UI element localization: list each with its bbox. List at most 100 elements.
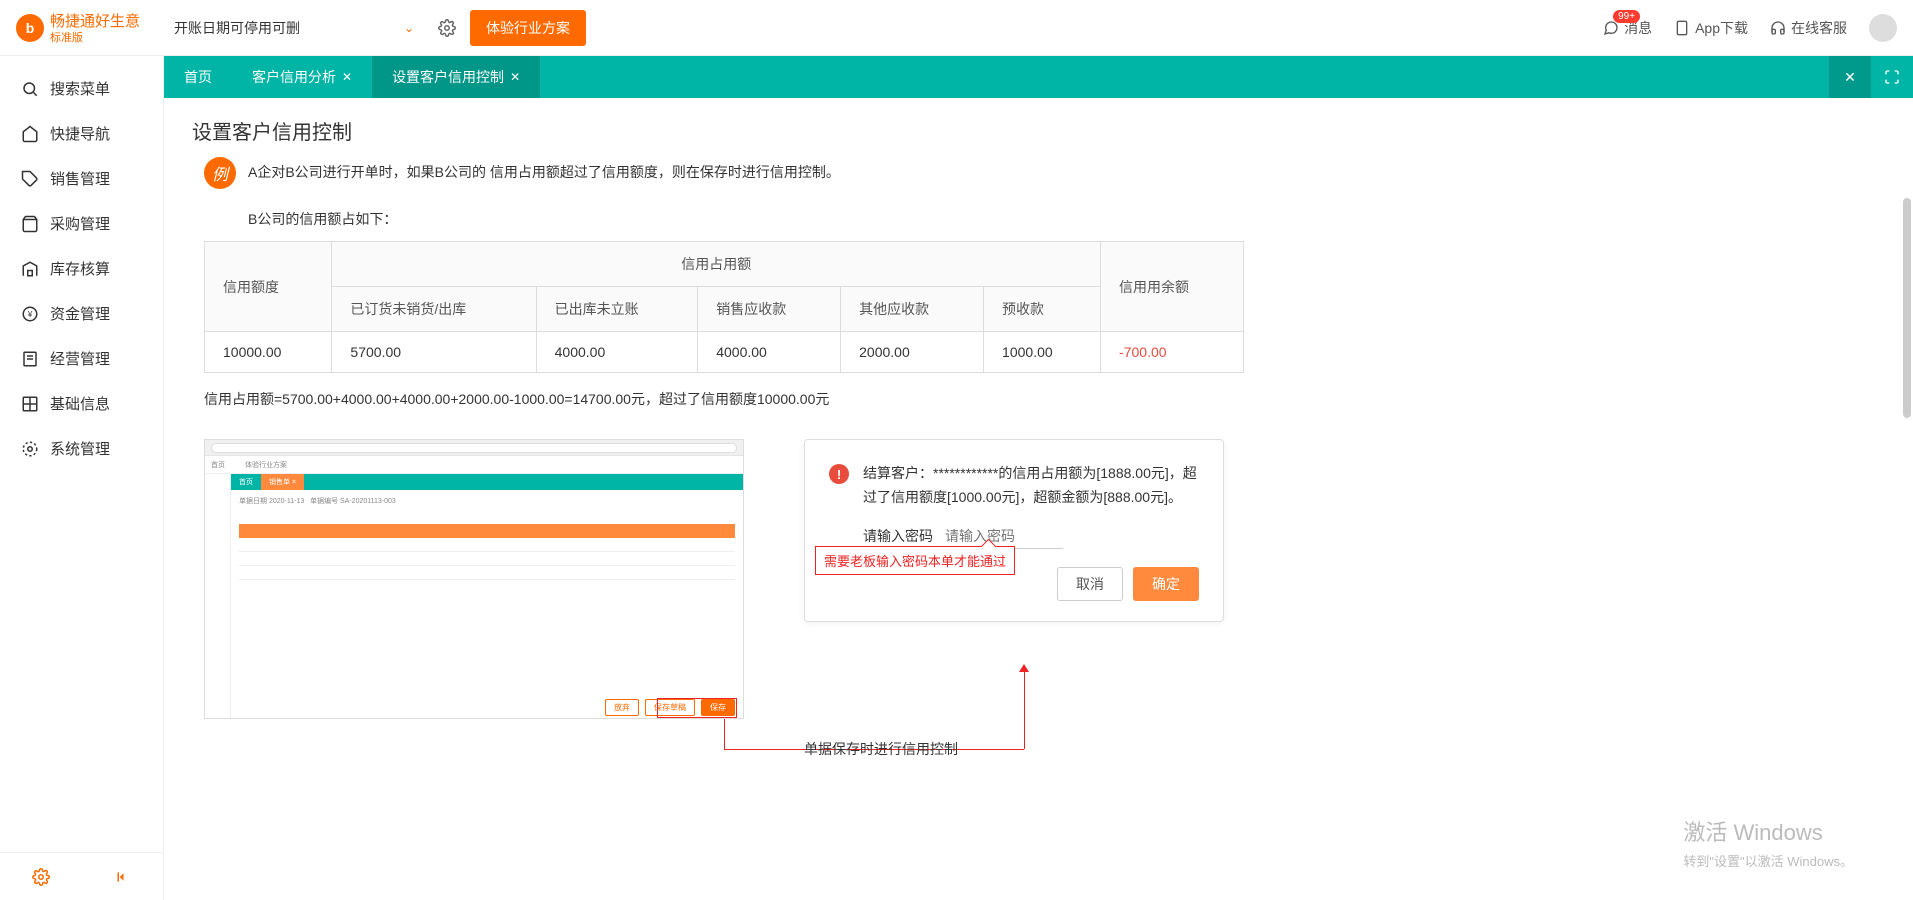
bag-icon (20, 214, 40, 234)
tab-home[interactable]: 首页 (164, 56, 232, 98)
th-col: 已出库未立账 (536, 287, 698, 332)
mock-screenshot: 首页体验行业方案 首页销售单 × 单据日期 2020-11-13 单据编号 SA… (204, 439, 744, 719)
cell-val: 1000.00 (984, 332, 1101, 373)
table-intro-text: B公司的信用额占如下： (248, 209, 1873, 229)
app-download-label: App下载 (1695, 18, 1748, 38)
password-callout: 需要老板输入密码本单才能通过 (815, 546, 1015, 575)
example-description: A企对B公司进行开单时，如果B公司的 信用占用额超过了信用额度，则在保存时进行信… (248, 157, 840, 187)
tabs-bar: 首页 客户信用分析 ✕ 设置客户信用控制 ✕ ✕ (164, 56, 1913, 98)
sidebar-item-quicknav[interactable]: 快捷导航 (0, 111, 163, 156)
settings-icon[interactable] (438, 19, 456, 37)
brand-name: 畅捷通好生意 (50, 10, 140, 31)
experience-industry-button[interactable]: 体验行业方案 (470, 10, 586, 46)
cell-val: 2000.00 (841, 332, 984, 373)
sidebar-label: 资金管理 (50, 303, 110, 324)
sidebar-item-inventory[interactable]: 库存核算 (0, 246, 163, 291)
illustration-row: 首页体验行业方案 首页销售单 × 单据日期 2020-11-13 单据编号 SA… (204, 439, 1873, 719)
calculation-text: 信用占用额=5700.00+4000.00+4000.00+2000.00-10… (204, 389, 1873, 409)
mobile-icon (1674, 20, 1690, 36)
cell-val: 4000.00 (698, 332, 841, 373)
search-icon (20, 79, 40, 99)
svg-text:¥: ¥ (27, 310, 33, 319)
sidebar-item-business[interactable]: 经营管理 (0, 336, 163, 381)
sidebar-label: 销售管理 (50, 168, 110, 189)
th-col: 其他应收款 (841, 287, 984, 332)
sidebar-item-system[interactable]: 系统管理 (0, 426, 163, 471)
user-avatar[interactable] (1869, 14, 1897, 42)
cell-limit: 10000.00 (205, 332, 332, 373)
sidebar-item-sales[interactable]: 销售管理 (0, 156, 163, 201)
tab-label: 首页 (184, 67, 212, 87)
close-all-tabs-button[interactable]: ✕ (1829, 56, 1871, 98)
brand-logo-icon: b (16, 14, 44, 42)
arrow-head-icon (1019, 664, 1029, 672)
flow-description: 单据保存时进行信用控制 (804, 739, 958, 759)
tab-credit-analysis[interactable]: 客户信用分析 ✕ (232, 56, 372, 98)
account-period-dropdown[interactable]: 开账日期可停用可删 ⌄ (164, 18, 424, 38)
th-col: 销售应收款 (698, 287, 841, 332)
sidebar-footer (0, 852, 163, 900)
sidebar-item-funds[interactable]: ¥ 资金管理 (0, 291, 163, 336)
warning-icon: ! (829, 464, 849, 484)
fullscreen-button[interactable] (1871, 56, 1913, 98)
page-title: 设置客户信用控制 (164, 98, 1913, 157)
close-icon[interactable]: ✕ (510, 70, 520, 84)
credit-limit-table: 信用额度 信用占用额 信用用余额 已订货未销货/出库 已出库未立账 销售应收款 … (204, 241, 1244, 373)
sidebar-item-search[interactable]: 搜索菜单 (0, 66, 163, 111)
tab-credit-control[interactable]: 设置客户信用控制 ✕ (372, 56, 540, 98)
dialog-message: 结算客户：************的信用占用额为[1888.00元]，超过了信用… (863, 462, 1199, 510)
sidebar-settings-icon[interactable] (32, 868, 50, 886)
credit-control-dialog: ! 结算客户：************的信用占用额为[1888.00元]，超过了… (804, 439, 1224, 622)
home-icon (20, 124, 40, 144)
th-balance: 信用用余额 (1101, 242, 1244, 332)
tab-label: 客户信用分析 (252, 67, 336, 87)
highlight-save-area (657, 698, 737, 718)
password-label: 请输入密码 (863, 526, 933, 546)
scrollbar[interactable] (1903, 198, 1911, 418)
th-credit-limit: 信用额度 (205, 242, 332, 332)
document-icon (20, 349, 40, 369)
ok-button[interactable]: 确定 (1133, 567, 1199, 601)
warehouse-icon (20, 259, 40, 279)
headset-icon (1770, 20, 1786, 36)
th-col: 已订货未销货/出库 (332, 287, 536, 332)
collapse-sidebar-icon[interactable] (113, 868, 131, 886)
app-download-link[interactable]: App下载 (1674, 18, 1748, 38)
top-bar: b 畅捷通好生意 标准版 开账日期可停用可删 ⌄ 体验行业方案 消息 99+ A… (0, 0, 1913, 56)
tag-icon (20, 169, 40, 189)
brand-edition: 标准版 (50, 29, 140, 45)
flow-arrow (1024, 669, 1025, 749)
expand-icon (1884, 69, 1900, 85)
wallet-icon: ¥ (20, 304, 40, 324)
chevron-down-icon: ⌄ (404, 21, 414, 35)
dropdown-value: 开账日期可停用可删 (174, 18, 300, 38)
close-icon[interactable]: ✕ (342, 70, 352, 84)
sidebar-label: 搜索菜单 (50, 78, 110, 99)
table-row: 10000.00 5700.00 4000.00 4000.00 2000.00… (205, 332, 1244, 373)
sidebar: 搜索菜单 快捷导航 销售管理 采购管理 库存核算 ¥ 资金管理 (0, 56, 164, 900)
cell-val: 4000.00 (536, 332, 698, 373)
example-badge-icon: 例 (204, 157, 236, 189)
service-label: 在线客服 (1791, 18, 1847, 38)
cancel-button[interactable]: 取消 (1057, 567, 1123, 601)
system-icon (20, 439, 40, 459)
tab-label: 设置客户信用控制 (392, 67, 504, 87)
grid-icon (20, 394, 40, 414)
sidebar-label: 经营管理 (50, 348, 110, 369)
messages-badge: 99+ (1613, 10, 1640, 23)
messages-link[interactable]: 消息 99+ (1603, 18, 1652, 38)
flow-arrow (724, 719, 725, 749)
sidebar-label: 系统管理 (50, 438, 110, 459)
online-service-link[interactable]: 在线客服 (1770, 18, 1847, 38)
th-usage-group: 信用占用额 (332, 242, 1101, 287)
sidebar-item-purchase[interactable]: 采购管理 (0, 201, 163, 246)
brand: b 畅捷通好生意 标准版 (16, 10, 164, 45)
cell-val: 5700.00 (332, 332, 536, 373)
sidebar-label: 采购管理 (50, 213, 110, 234)
th-col: 预收款 (984, 287, 1101, 332)
cell-balance: -700.00 (1101, 332, 1244, 373)
sidebar-label: 库存核算 (50, 258, 110, 279)
sidebar-label: 快捷导航 (50, 123, 110, 144)
sidebar-label: 基础信息 (50, 393, 110, 414)
sidebar-item-basicinfo[interactable]: 基础信息 (0, 381, 163, 426)
